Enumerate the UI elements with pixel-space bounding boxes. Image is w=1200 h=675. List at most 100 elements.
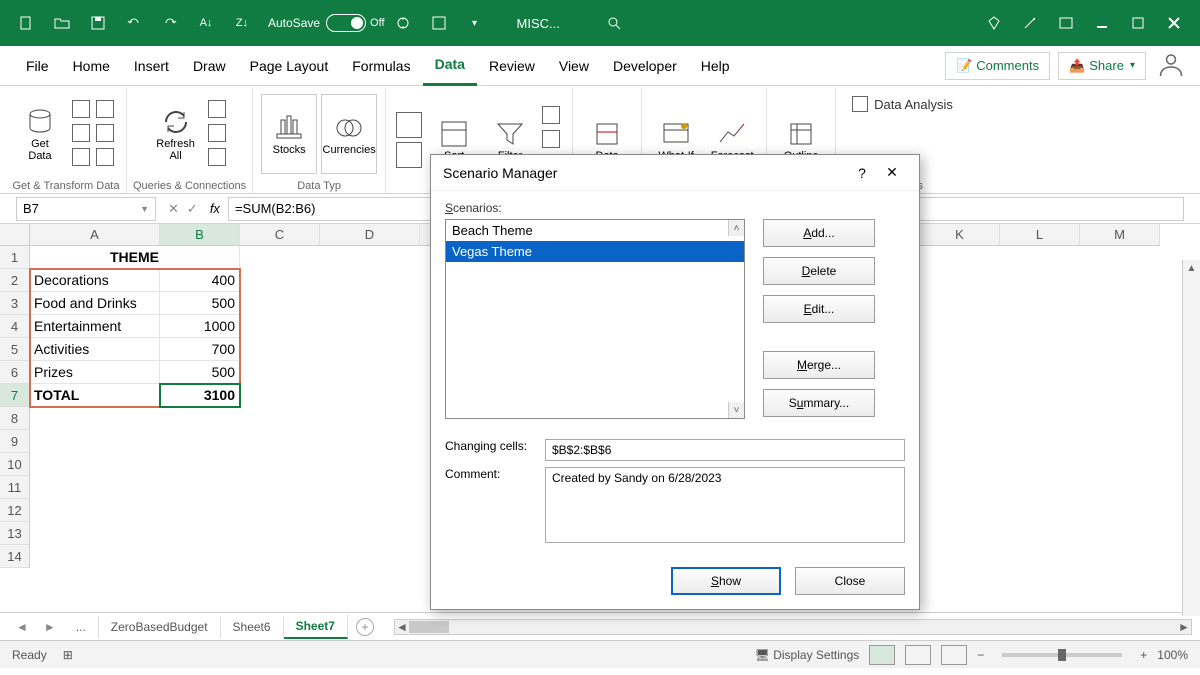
merge-button[interactable]: Merge... <box>763 351 875 379</box>
existing-conn-icon[interactable] <box>72 148 90 166</box>
toggle-icon[interactable] <box>326 14 366 32</box>
sheet-tab-more[interactable]: ... <box>64 616 99 638</box>
wand-icon[interactable] <box>1016 9 1044 37</box>
zoom-in-icon[interactable]: + <box>1140 648 1147 662</box>
from-pic-icon[interactable] <box>96 148 114 166</box>
scroll-right-icon[interactable]: ► <box>1177 620 1191 634</box>
scenario-item-vegas[interactable]: Vegas Theme <box>446 241 744 262</box>
scenario-item-beach[interactable]: Beach Theme <box>446 220 744 241</box>
minimize-icon[interactable] <box>1088 9 1116 37</box>
cell-b3[interactable]: 500 <box>160 292 240 315</box>
rowhead[interactable]: 4 <box>0 315 30 338</box>
search-icon[interactable] <box>600 9 628 37</box>
rowhead[interactable]: 14 <box>0 545 30 568</box>
tab-review[interactable]: Review <box>477 46 547 86</box>
clear-filter-icon[interactable] <box>542 106 560 124</box>
fx-icon[interactable]: fx <box>210 201 220 216</box>
list-scroll-up-icon[interactable]: ˄ <box>728 220 744 236</box>
autosave-toggle[interactable]: AutoSave Off <box>268 14 385 32</box>
accessibility-icon[interactable]: ⊞ <box>63 648 73 662</box>
cell-a6[interactable]: Prizes <box>30 361 160 384</box>
sync-icon[interactable] <box>389 9 417 37</box>
properties-icon[interactable] <box>208 124 226 142</box>
sheet-tab-sheet6[interactable]: Sheet6 <box>221 616 284 638</box>
tab-pagelayout[interactable]: Page Layout <box>238 46 341 86</box>
user-icon[interactable] <box>1156 49 1186 82</box>
tab-data[interactable]: Data <box>423 46 477 86</box>
sheet-tab-sheet7[interactable]: Sheet7 <box>284 615 348 639</box>
new-icon[interactable] <box>12 9 40 37</box>
tab-draw[interactable]: Draw <box>181 46 238 86</box>
save-qa-icon[interactable] <box>425 9 453 37</box>
currencies-button[interactable]: Currencies <box>321 94 377 174</box>
scroll-up-icon[interactable]: ▲ <box>1183 260 1200 276</box>
redo-icon[interactable] <box>156 9 184 37</box>
delete-button[interactable]: Delete <box>763 257 875 285</box>
scroll-left-icon[interactable]: ◄ <box>395 620 409 634</box>
recent-sources-icon[interactable] <box>96 124 114 142</box>
rowhead[interactable]: 5 <box>0 338 30 361</box>
add-button[interactable]: Add... <box>763 219 875 247</box>
close-icon[interactable] <box>1160 9 1188 37</box>
window-icon[interactable] <box>1052 9 1080 37</box>
rowhead[interactable]: 8 <box>0 407 30 430</box>
stocks-button[interactable]: Stocks <box>261 94 317 174</box>
sheet-nav-next-icon[interactable]: ► <box>36 620 64 634</box>
sort-asc-icon[interactable]: A↓ <box>192 9 220 37</box>
rowhead[interactable]: 2 <box>0 269 30 292</box>
from-table-icon[interactable] <box>72 124 90 142</box>
cell-a2[interactable]: Decorations <box>30 269 160 292</box>
rowhead[interactable]: 10 <box>0 453 30 476</box>
get-data-button[interactable]: Get Data <box>12 94 68 174</box>
maximize-icon[interactable] <box>1124 9 1152 37</box>
colhead-l[interactable]: L <box>1000 224 1080 246</box>
sort-az-icon[interactable] <box>396 112 422 138</box>
cell-a3[interactable]: Food and Drinks <box>30 292 160 315</box>
sort-desc-icon[interactable]: Z↓ <box>228 9 256 37</box>
rowhead[interactable]: 13 <box>0 522 30 545</box>
cell-b2[interactable]: 400 <box>160 269 240 292</box>
save-icon[interactable] <box>84 9 112 37</box>
data-analysis-button[interactable]: Data Analysis <box>842 92 963 116</box>
colhead-k[interactable]: K <box>920 224 1000 246</box>
rowhead[interactable]: 12 <box>0 499 30 522</box>
dialog-close-icon[interactable]: ✕ <box>877 164 907 181</box>
cell-b5[interactable]: 700 <box>160 338 240 361</box>
zoom-slider[interactable] <box>1002 653 1122 657</box>
edit-button[interactable]: Edit... <box>763 295 875 323</box>
rowhead[interactable]: 1 <box>0 246 30 269</box>
sort-za-icon[interactable] <box>396 142 422 168</box>
sheet-tab-zerobudget[interactable]: ZeroBasedBudget <box>99 616 221 638</box>
rowhead[interactable]: 6 <box>0 361 30 384</box>
tab-view[interactable]: View <box>547 46 601 86</box>
colhead-c[interactable]: C <box>240 224 320 246</box>
summary-button[interactable]: Summary... <box>763 389 875 417</box>
queries-icon[interactable] <box>208 100 226 118</box>
enter-formula-icon[interactable]: ✓ <box>187 201 198 217</box>
view-pagebreak-icon[interactable] <box>941 645 967 665</box>
comments-button[interactable]: 📝 Comments <box>945 52 1050 80</box>
tab-help[interactable]: Help <box>689 46 742 86</box>
rowhead[interactable]: 11 <box>0 476 30 499</box>
rowhead[interactable]: 9 <box>0 430 30 453</box>
share-button[interactable]: 📤 Share ▾ <box>1058 52 1146 80</box>
vertical-scrollbar[interactable]: ▲ <box>1182 260 1200 616</box>
tab-home[interactable]: Home <box>61 46 122 86</box>
name-box[interactable]: B7▼ <box>16 197 156 221</box>
scroll-thumb[interactable] <box>409 621 449 633</box>
cancel-formula-icon[interactable]: ✕ <box>168 201 179 217</box>
undo-icon[interactable] <box>120 9 148 37</box>
cell-b6[interactable]: 500 <box>160 361 240 384</box>
edit-links-icon[interactable] <box>208 148 226 166</box>
cell-a4[interactable]: Entertainment <box>30 315 160 338</box>
cell-a7[interactable]: TOTAL <box>30 384 160 407</box>
reapply-icon[interactable] <box>542 130 560 148</box>
cell-a5[interactable]: Activities <box>30 338 160 361</box>
show-button[interactable]: Show <box>671 567 781 595</box>
diamond-icon[interactable] <box>980 9 1008 37</box>
colhead-b[interactable]: B <box>160 224 240 246</box>
rowhead[interactable]: 7 <box>0 384 30 407</box>
scenarios-listbox[interactable]: Beach Theme Vegas Theme ˄ ˅ <box>445 219 745 419</box>
view-normal-icon[interactable] <box>869 645 895 665</box>
open-icon[interactable] <box>48 9 76 37</box>
